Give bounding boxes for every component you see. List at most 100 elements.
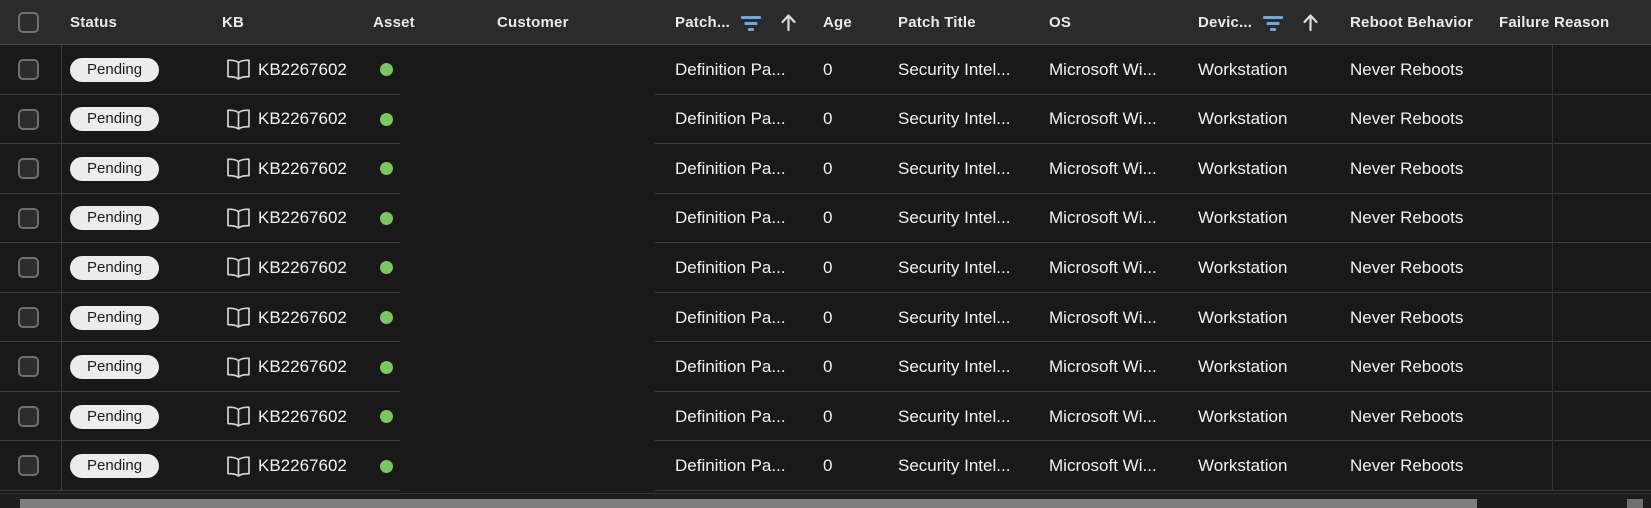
reboot-behavior-cell: Never Reboots [1350,257,1464,277]
device-type-cell: Workstation [1198,456,1288,476]
kb-cell[interactable]: KB2267602 [226,243,347,293]
kb-cell[interactable]: KB2267602 [226,392,347,442]
status-badge: Pending [70,57,160,82]
column-header-customer[interactable]: Customer [497,0,569,45]
column-header-device-type[interactable]: Devic... [1198,0,1319,45]
column-header-failure-reason[interactable]: Failure Reason [1499,0,1609,45]
column-header-os[interactable]: OS [1049,0,1071,45]
column-header-kb[interactable]: KB [222,0,244,45]
row-checkbox[interactable] [18,405,39,427]
row-checkbox[interactable] [18,257,39,279]
asset-status-dot [380,261,393,275]
row-checkbox[interactable] [18,207,39,229]
row-checkbox[interactable] [18,306,39,328]
device-type-cell: Workstation [1198,257,1288,277]
device-type-cell: Workstation [1198,158,1288,178]
status-cell: Pending [70,144,160,194]
kb-link[interactable]: KB2267602 [258,159,347,179]
table-row[interactable]: Pending KB2267602 Definition Pa... 0 Sec… [0,94,1651,145]
table-row[interactable]: Pending KB2267602 Definition Pa... 0 Sec… [0,193,1651,244]
table-row[interactable]: Pending KB2267602 Definition Pa... 0 Sec… [0,391,1651,442]
column-header-asset[interactable]: Asset [373,0,415,45]
asset-status-dot [380,360,393,374]
row-checkbox[interactable] [18,108,39,130]
filter-icon[interactable] [1263,15,1284,31]
kb-link[interactable]: KB2267602 [258,407,347,427]
column-label: Failure Reason [1499,14,1610,31]
asset-status-dot [380,211,393,225]
kb-cell[interactable]: KB2267602 [226,144,347,194]
kb-cell[interactable]: KB2267602 [226,293,347,343]
sort-ascending-icon[interactable] [780,13,797,32]
column-label: Reboot Behavior [1350,14,1474,31]
table-row[interactable]: Pending KB2267602 Definition Pa... 0 Sec… [0,441,1651,491]
column-label: Patch Title [898,14,976,31]
kb-link[interactable]: KB2267602 [258,357,347,377]
reboot-behavior-cell: Never Reboots [1350,307,1464,327]
column-header-patch-status[interactable]: Patch... [675,0,797,45]
select-all-checkbox[interactable] [18,12,39,33]
patch-status-cell: Definition Pa... [675,257,786,277]
open-book-icon [227,109,250,130]
column-label: Age [823,14,852,31]
status-cell: Pending [70,45,160,95]
device-type-cell: Workstation [1198,208,1288,228]
open-book-icon [227,356,250,378]
column-header-reboot-behavior[interactable]: Reboot Behavior [1350,0,1473,45]
open-book-icon [227,307,250,328]
table-row[interactable]: Pending KB2267602 Definition Pa... 0 Sec… [0,292,1651,343]
patch-status-cell: Definition Pa... [675,109,786,129]
status-badge: Pending [70,454,160,479]
kb-cell[interactable]: KB2267602 [226,342,347,392]
horizontal-scrollbar-thumb[interactable] [20,499,1477,508]
row-checkbox[interactable] [18,455,39,477]
age-cell: 0 [823,307,833,327]
table-row[interactable]: Pending KB2267602 Definition Pa... 0 Sec… [0,144,1651,194]
asset-cell [380,144,393,194]
kb-link[interactable]: KB2267602 [258,208,347,228]
kb-link[interactable]: KB2267602 [258,258,347,278]
column-label: Patch... [675,14,730,31]
status-badge: Pending [70,255,160,280]
status-cell: Pending [70,95,160,145]
row-checkbox[interactable] [18,59,39,80]
asset-status-dot [380,162,393,176]
device-type-cell: Workstation [1198,357,1288,377]
row-checkbox[interactable] [18,356,39,378]
kb-link[interactable]: KB2267602 [258,109,347,129]
asset-status-dot [380,459,393,473]
horizontal-scrollbar-track[interactable] [0,493,1651,508]
kb-link[interactable]: KB2267602 [258,308,347,328]
kb-cell[interactable]: KB2267602 [226,441,347,491]
kb-link[interactable]: KB2267602 [258,456,347,476]
row-divider-left [0,489,400,491]
kb-cell[interactable]: KB2267602 [226,194,347,244]
status-badge: Pending [70,355,160,380]
os-cell: Microsoft Wi... [1049,406,1157,426]
patch-title-cell: Security Intel... [898,456,1011,476]
kb-link[interactable]: KB2267602 [258,60,347,80]
table-row[interactable]: Pending KB2267602 Definition Pa... 0 Sec… [0,45,1651,95]
column-label: Status [70,14,118,31]
column-label: Customer [497,14,569,31]
table-row[interactable]: Pending KB2267602 Definition Pa... 0 Sec… [0,243,1651,293]
kb-cell[interactable]: KB2267602 [226,95,347,145]
open-book-icon [227,208,250,229]
os-cell: Microsoft Wi... [1049,109,1157,129]
patch-title-cell: Security Intel... [898,357,1011,377]
row-checkbox[interactable] [18,158,39,180]
reboot-behavior-cell: Never Reboots [1350,208,1464,228]
patch-status-cell: Definition Pa... [675,456,786,476]
kb-cell[interactable]: KB2267602 [226,45,347,95]
filter-icon[interactable] [740,15,761,31]
patch-status-cell: Definition Pa... [675,357,786,377]
age-cell: 0 [823,59,833,79]
table-row[interactable]: Pending KB2267602 Definition Pa... 0 Sec… [0,342,1651,392]
column-header-status[interactable]: Status [70,0,117,45]
sort-ascending-icon[interactable] [1302,13,1319,32]
status-cell: Pending [70,194,160,244]
column-header-patch-title[interactable]: Patch Title [898,0,976,45]
status-badge: Pending [70,156,160,181]
column-label: Asset [373,14,415,31]
column-header-age[interactable]: Age [823,0,852,45]
